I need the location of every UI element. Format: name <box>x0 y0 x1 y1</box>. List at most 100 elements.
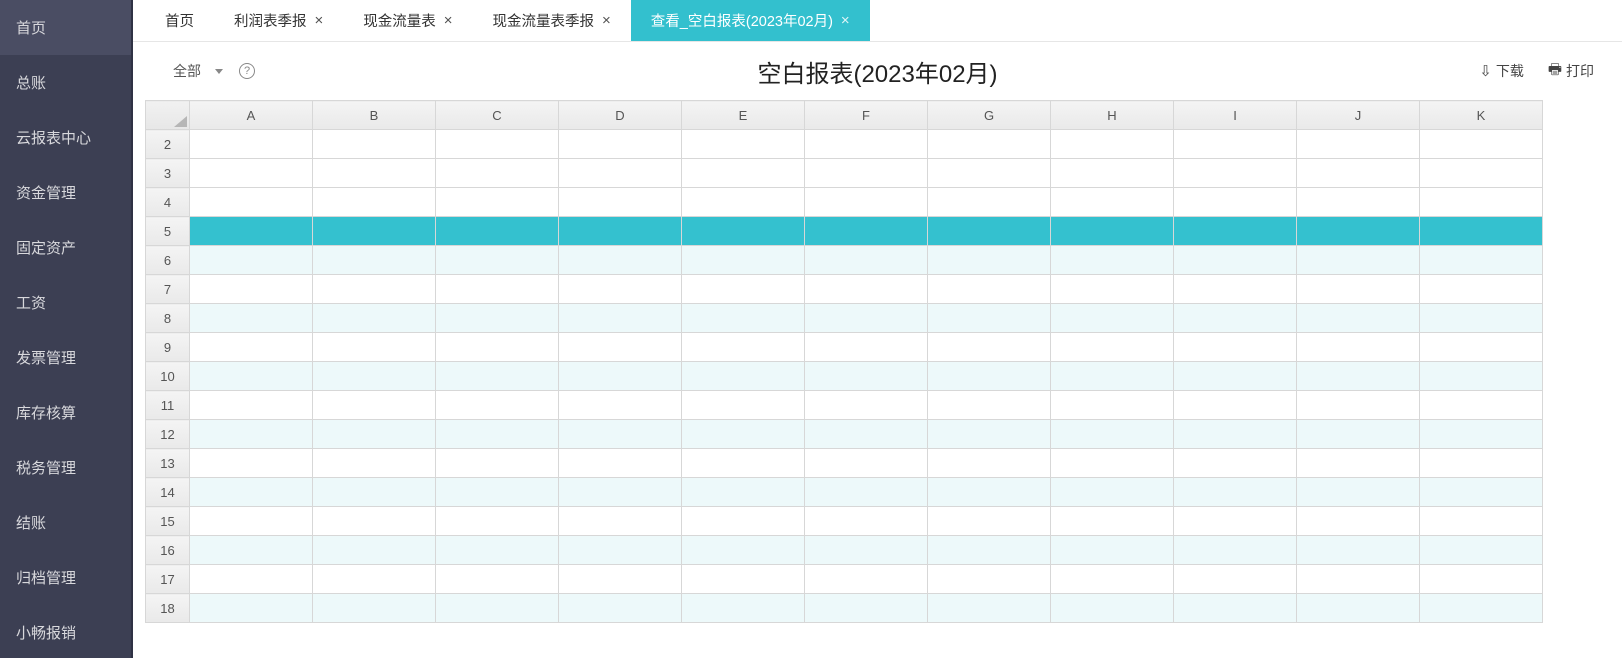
cell-I7[interactable] <box>1174 275 1297 304</box>
cell-I2[interactable] <box>1174 130 1297 159</box>
cell-C16[interactable] <box>436 536 559 565</box>
cell-I13[interactable] <box>1174 449 1297 478</box>
cell-I18[interactable] <box>1174 594 1297 623</box>
cell-G15[interactable] <box>928 507 1051 536</box>
cell-B17[interactable] <box>313 565 436 594</box>
cell-A15[interactable] <box>190 507 313 536</box>
cell-F18[interactable] <box>805 594 928 623</box>
col-head-K[interactable]: K <box>1420 101 1543 130</box>
cell-B18[interactable] <box>313 594 436 623</box>
cell-G2[interactable] <box>928 130 1051 159</box>
cell-C18[interactable] <box>436 594 559 623</box>
row-head-14[interactable]: 14 <box>146 478 190 507</box>
cell-K12[interactable] <box>1420 420 1543 449</box>
cell-K3[interactable] <box>1420 159 1543 188</box>
cell-C9[interactable] <box>436 333 559 362</box>
cell-D13[interactable] <box>559 449 682 478</box>
cell-B9[interactable] <box>313 333 436 362</box>
cell-E8[interactable] <box>682 304 805 333</box>
cell-H6[interactable] <box>1051 246 1174 275</box>
cell-A4[interactable] <box>190 188 313 217</box>
cell-J6[interactable] <box>1297 246 1420 275</box>
cell-C14[interactable] <box>436 478 559 507</box>
cell-F6[interactable] <box>805 246 928 275</box>
cell-K6[interactable] <box>1420 246 1543 275</box>
cell-C5[interactable] <box>436 217 559 246</box>
cell-K18[interactable] <box>1420 594 1543 623</box>
cell-A17[interactable] <box>190 565 313 594</box>
cell-D10[interactable] <box>559 362 682 391</box>
cell-E11[interactable] <box>682 391 805 420</box>
cell-H2[interactable] <box>1051 130 1174 159</box>
row-head-17[interactable]: 17 <box>146 565 190 594</box>
cell-H11[interactable] <box>1051 391 1174 420</box>
cell-J5[interactable] <box>1297 217 1420 246</box>
cell-E16[interactable] <box>682 536 805 565</box>
cell-J13[interactable] <box>1297 449 1420 478</box>
cell-A2[interactable] <box>190 130 313 159</box>
cell-I5[interactable] <box>1174 217 1297 246</box>
cell-K7[interactable] <box>1420 275 1543 304</box>
cell-E15[interactable] <box>682 507 805 536</box>
cell-H16[interactable] <box>1051 536 1174 565</box>
cell-C11[interactable] <box>436 391 559 420</box>
cell-H9[interactable] <box>1051 333 1174 362</box>
cell-D16[interactable] <box>559 536 682 565</box>
cell-D12[interactable] <box>559 420 682 449</box>
cell-E12[interactable] <box>682 420 805 449</box>
cell-I15[interactable] <box>1174 507 1297 536</box>
cell-K9[interactable] <box>1420 333 1543 362</box>
cell-E17[interactable] <box>682 565 805 594</box>
cell-I14[interactable] <box>1174 478 1297 507</box>
cell-G17[interactable] <box>928 565 1051 594</box>
cell-J16[interactable] <box>1297 536 1420 565</box>
cell-D17[interactable] <box>559 565 682 594</box>
filter-dropdown[interactable]: 全部 ? <box>173 61 255 81</box>
cell-G18[interactable] <box>928 594 1051 623</box>
cell-F2[interactable] <box>805 130 928 159</box>
row-head-7[interactable]: 7 <box>146 275 190 304</box>
tab-4[interactable]: 查看_空白报表(2023年02月)× <box>631 0 870 41</box>
sidebar-item-cloud-report[interactable]: 云报表中心 <box>0 110 131 165</box>
tab-2[interactable]: 现金流量表× <box>343 0 472 41</box>
cell-H13[interactable] <box>1051 449 1174 478</box>
cell-D9[interactable] <box>559 333 682 362</box>
cell-F12[interactable] <box>805 420 928 449</box>
cell-K10[interactable] <box>1420 362 1543 391</box>
cell-A13[interactable] <box>190 449 313 478</box>
cell-B6[interactable] <box>313 246 436 275</box>
cell-C10[interactable] <box>436 362 559 391</box>
cell-G3[interactable] <box>928 159 1051 188</box>
cell-I16[interactable] <box>1174 536 1297 565</box>
row-head-15[interactable]: 15 <box>146 507 190 536</box>
cell-A6[interactable] <box>190 246 313 275</box>
cell-J4[interactable] <box>1297 188 1420 217</box>
cell-G8[interactable] <box>928 304 1051 333</box>
cell-B14[interactable] <box>313 478 436 507</box>
col-head-D[interactable]: D <box>559 101 682 130</box>
cell-K15[interactable] <box>1420 507 1543 536</box>
cell-J11[interactable] <box>1297 391 1420 420</box>
cell-J3[interactable] <box>1297 159 1420 188</box>
cell-J17[interactable] <box>1297 565 1420 594</box>
cell-B10[interactable] <box>313 362 436 391</box>
help-icon[interactable]: ? <box>239 63 255 79</box>
col-head-E[interactable]: E <box>682 101 805 130</box>
cell-E14[interactable] <box>682 478 805 507</box>
col-head-B[interactable]: B <box>313 101 436 130</box>
row-head-6[interactable]: 6 <box>146 246 190 275</box>
cell-A5[interactable] <box>190 217 313 246</box>
cell-F8[interactable] <box>805 304 928 333</box>
tab-3[interactable]: 现金流量表季报× <box>473 0 631 41</box>
sidebar-item-funds[interactable]: 资金管理 <box>0 165 131 220</box>
col-head-C[interactable]: C <box>436 101 559 130</box>
cell-B13[interactable] <box>313 449 436 478</box>
cell-B11[interactable] <box>313 391 436 420</box>
cell-I9[interactable] <box>1174 333 1297 362</box>
cell-J9[interactable] <box>1297 333 1420 362</box>
cell-B5[interactable] <box>313 217 436 246</box>
cell-I11[interactable] <box>1174 391 1297 420</box>
cell-G13[interactable] <box>928 449 1051 478</box>
cell-D5[interactable] <box>559 217 682 246</box>
cell-A14[interactable] <box>190 478 313 507</box>
